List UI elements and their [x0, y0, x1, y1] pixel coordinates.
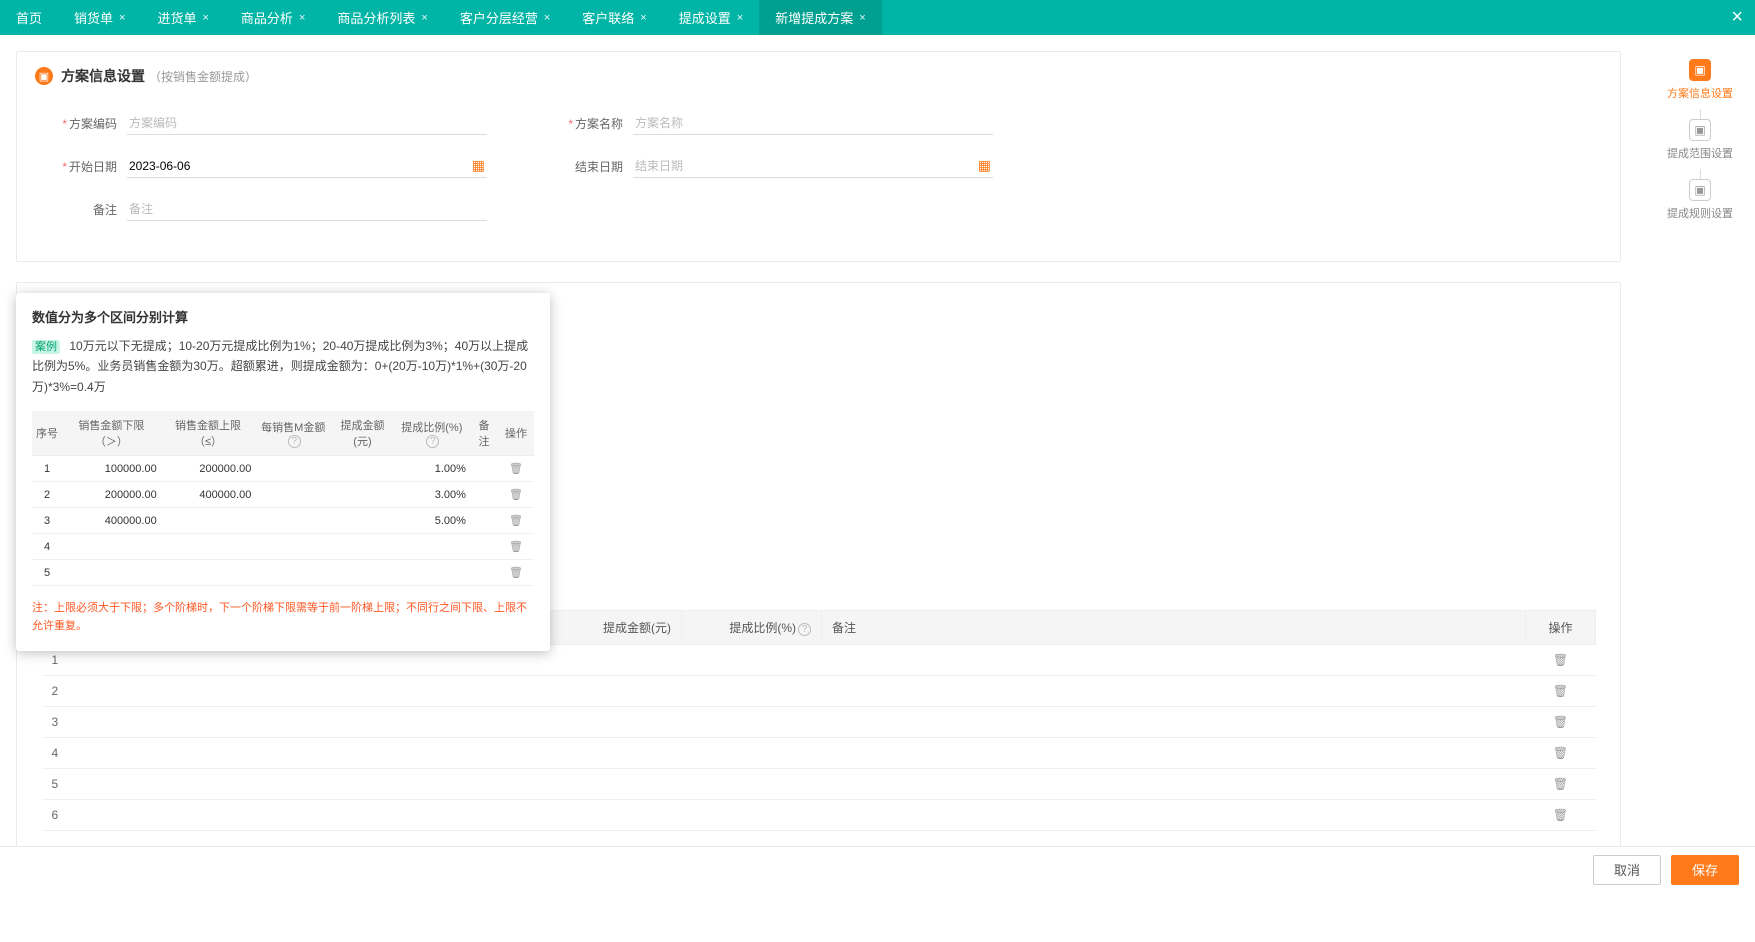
- delete-icon[interactable]: 🗑: [509, 541, 523, 553]
- close-icon[interactable]: ×: [421, 12, 427, 24]
- section-badge-icon: ▣: [35, 67, 53, 85]
- plan-code-label: *方案编码: [41, 115, 127, 132]
- example-table: 序号 销售金额下限（＞） 销售金额上限（≤） 每销售M金额? 提成金额(元) 提…: [32, 411, 534, 586]
- step-icon: ▣: [1689, 119, 1711, 141]
- plan-info-card: ▣ 方案信息设置 （按销售金额提成） *方案编码 *方案名称: [16, 51, 1621, 262]
- close-icon[interactable]: ×: [299, 12, 305, 24]
- table-row: 3400000.005.00%🗑: [32, 508, 534, 534]
- help-popup: 数值分为多个区间分别计算 案例 10万元以下无提成；10-20万元提成比例为1%…: [16, 293, 550, 651]
- close-icon[interactable]: ×: [544, 12, 550, 24]
- table-row[interactable]: 4🗑: [42, 738, 1596, 769]
- delete-icon[interactable]: 🗑: [1553, 777, 1568, 791]
- help-icon: ?: [426, 435, 439, 448]
- popup-title: 数值分为多个区间分别计算: [32, 307, 534, 326]
- section-title: 方案信息设置: [61, 66, 145, 86]
- tab-customer-contact[interactable]: 客户联络×: [566, 0, 662, 35]
- plan-name-input[interactable]: [633, 112, 993, 135]
- step-label: 方案信息设置: [1667, 85, 1733, 101]
- tab-purchase[interactable]: 进货单×: [141, 0, 224, 35]
- delete-icon[interactable]: 🗑: [509, 567, 523, 579]
- table-row[interactable]: 3🗑: [42, 707, 1596, 738]
- delete-icon[interactable]: 🗑: [1553, 653, 1568, 667]
- start-date-label: *开始日期: [41, 158, 127, 175]
- plan-name-label: *方案名称: [547, 115, 633, 132]
- end-date-label: 结束日期: [547, 158, 633, 175]
- table-row[interactable]: 6🗑: [42, 800, 1596, 831]
- help-icon: ?: [288, 435, 301, 448]
- delete-icon[interactable]: 🗑: [1553, 808, 1568, 822]
- example-tag: 案例: [32, 340, 60, 354]
- close-icon[interactable]: ×: [737, 12, 743, 24]
- tab-customer-tier[interactable]: 客户分层经营×: [444, 0, 566, 35]
- tab-sales[interactable]: 销货单×: [58, 0, 141, 35]
- footer-bar: 取消 保存: [0, 846, 1755, 892]
- close-icon[interactable]: ×: [640, 12, 646, 24]
- cancel-button[interactable]: 取消: [1593, 855, 1661, 885]
- calendar-icon[interactable]: ▦: [472, 157, 485, 174]
- tab-product-analysis[interactable]: 商品分析×: [225, 0, 321, 35]
- step-scope[interactable]: ▣ 提成范围设置: [1667, 119, 1733, 161]
- delete-icon[interactable]: 🗑: [509, 489, 523, 501]
- step-icon: ▣: [1689, 179, 1711, 201]
- calendar-icon[interactable]: ▦: [978, 157, 991, 174]
- tab-commission-setting[interactable]: 提成设置×: [663, 0, 759, 35]
- step-label: 提成范围设置: [1667, 145, 1733, 161]
- delete-icon[interactable]: 🗑: [509, 463, 523, 475]
- remark-label: 备注: [41, 201, 127, 218]
- step-plan-info[interactable]: ▣ 方案信息设置: [1667, 59, 1733, 101]
- col-remark: 备注: [822, 611, 1526, 645]
- close-icon[interactable]: ×: [119, 12, 125, 24]
- step-rules[interactable]: ▣ 提成规则设置: [1667, 179, 1733, 221]
- remark-input[interactable]: [127, 198, 487, 221]
- help-icon[interactable]: ?: [798, 623, 811, 636]
- table-row: 4🗑: [32, 534, 534, 560]
- plan-code-input[interactable]: [127, 112, 487, 135]
- close-icon[interactable]: ×: [859, 12, 865, 24]
- popup-note: 注：上限必须大于下限；多个阶梯时，下一个阶梯下限需等于前一阶梯上限；不同行之间下…: [32, 600, 534, 635]
- close-all-icon[interactable]: ×: [1731, 0, 1743, 35]
- table-row: 1100000.00200000.001.00%🗑: [32, 456, 534, 482]
- col-op: 操作: [1526, 611, 1596, 645]
- side-nav: ▣ 方案信息设置 ▣ 提成范围设置 ▣ 提成规则设置: [1645, 35, 1755, 942]
- end-date-input[interactable]: [633, 155, 993, 178]
- tab-product-analysis-list[interactable]: 商品分析列表×: [321, 0, 443, 35]
- col-amount: 提成金额(元): [542, 611, 682, 645]
- delete-icon[interactable]: 🗑: [1553, 684, 1568, 698]
- table-row: 2200000.00400000.003.00%🗑: [32, 482, 534, 508]
- delete-icon[interactable]: 🗑: [1553, 746, 1568, 760]
- tab-bar: 首页 销货单× 进货单× 商品分析× 商品分析列表× 客户分层经营× 客户联络×…: [0, 0, 1755, 35]
- example-text: 10万元以下无提成；10-20万元提成比例为1%；20-40万提成比例为3%；4…: [32, 339, 528, 394]
- save-button[interactable]: 保存: [1671, 855, 1739, 885]
- step-icon: ▣: [1689, 59, 1711, 81]
- start-date-input[interactable]: [127, 155, 487, 178]
- delete-icon[interactable]: 🗑: [509, 515, 523, 527]
- section-subtitle: （按销售金额提成）: [149, 68, 257, 85]
- tab-home[interactable]: 首页: [0, 0, 58, 35]
- col-pct: 提成比例(%)?: [682, 611, 822, 645]
- tab-new-commission-plan[interactable]: 新增提成方案×: [759, 0, 881, 35]
- table-row[interactable]: 2🗑: [42, 676, 1596, 707]
- close-icon[interactable]: ×: [202, 12, 208, 24]
- step-label: 提成规则设置: [1667, 205, 1733, 221]
- table-row[interactable]: 5🗑: [42, 769, 1596, 800]
- delete-icon[interactable]: 🗑: [1553, 715, 1568, 729]
- table-row: 5🗑: [32, 560, 534, 586]
